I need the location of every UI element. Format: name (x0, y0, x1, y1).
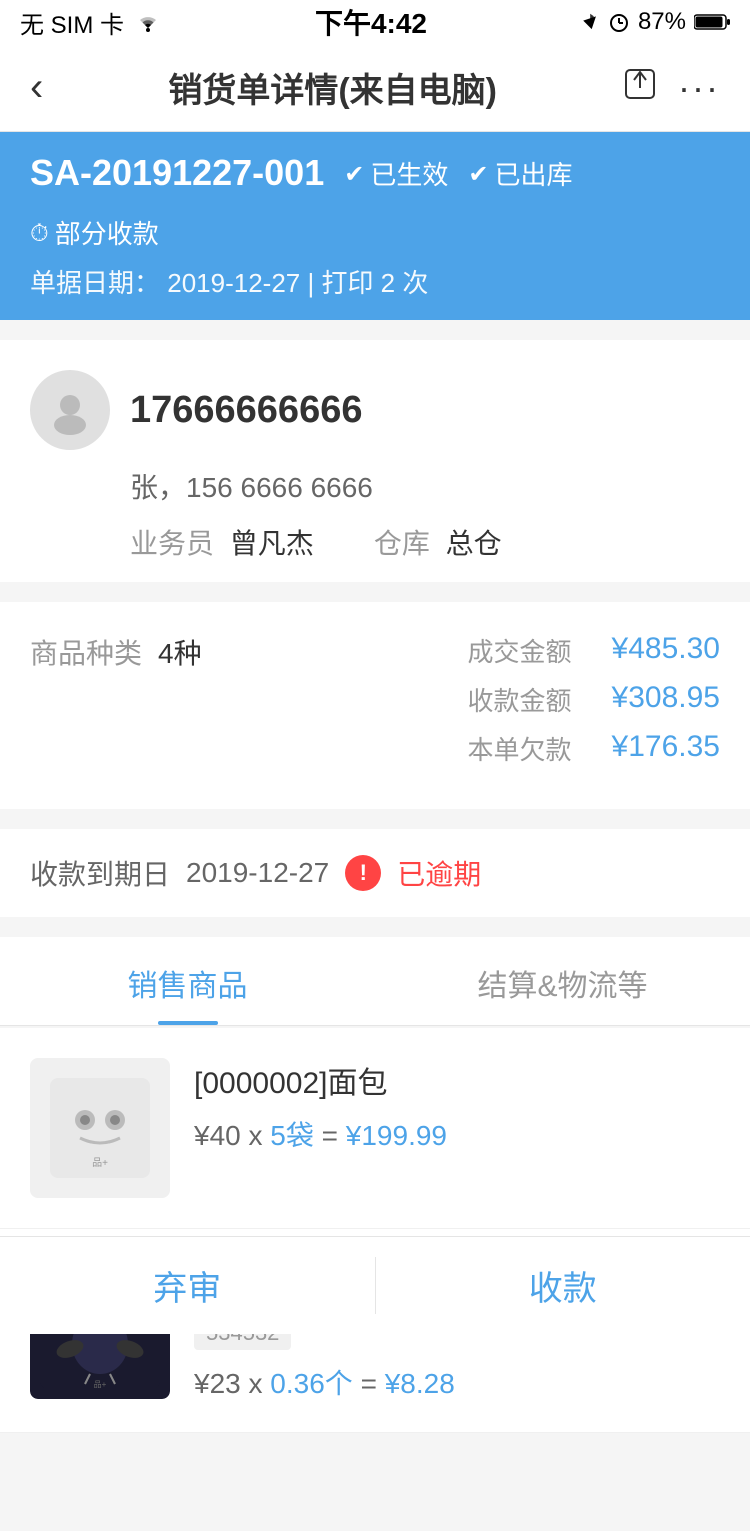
due-section: 收款到期日 2019-12-27 ! 已逾期 (0, 829, 750, 917)
location-icon (580, 12, 600, 32)
customer-meta: 业务员 曾凡杰 仓库 总仓 (130, 522, 720, 562)
alarm-icon (608, 11, 630, 33)
tab-sales-products[interactable]: 销售商品 (0, 937, 375, 1025)
header-banner: SA-20191227-001 已生效 已出库 部分收款 单据日期： 2019-… (0, 132, 750, 320)
product-list: 品+ [0000002]面包 ¥40 x 5袋 = ¥199.99 (0, 1028, 750, 1433)
page-title: 销货单详情(来自电脑) (168, 63, 497, 112)
product-item: 品+ [0000002]面包 ¥40 x 5袋 = ¥199.99 (0, 1028, 750, 1229)
status-badge-1: 已生效 (344, 155, 448, 192)
product-types-row: 商品种类 4种 (30, 632, 202, 672)
salesperson-field: 业务员 曾凡杰 (130, 522, 314, 562)
battery-text: 87% (638, 8, 686, 36)
bottom-bar: 弃审 收款 (0, 1236, 750, 1334)
overdue-text: 已逾期 (397, 853, 481, 893)
status-left: 无 SIM 卡 (20, 5, 162, 40)
product-price-2: ¥23 x 0.36个 = ¥8.28 (194, 1362, 720, 1402)
cancel-button[interactable]: 弃审 (0, 1237, 375, 1334)
stats-left: 商品种类 4种 (30, 632, 202, 779)
product-info-1: [0000002]面包 ¥40 x 5袋 = ¥199.99 (194, 1058, 720, 1154)
nav-left: ‹ (30, 65, 43, 110)
date-info: 单据日期： 2019-12-27 | 打印 2 次 (30, 263, 720, 300)
stats-section: 商品种类 4种 成交金额 ¥485.30 收款金额 ¥308.95 本单欠款 ¥… (0, 602, 750, 809)
order-id-row: SA-20191227-001 已生效 已出库 部分收款 (30, 152, 720, 251)
collected-row: 收款金额 ¥308.95 (468, 681, 720, 718)
owed-row: 本单欠款 ¥176.35 (468, 730, 720, 767)
customer-row: 17666666666 (30, 370, 720, 450)
wifi-icon (134, 12, 162, 32)
due-date: 2019-12-27 (186, 857, 329, 889)
product-price-1: ¥40 x 5袋 = ¥199.99 (194, 1114, 720, 1154)
customer-detail: 张，156 6666 6666 (130, 466, 720, 506)
nav-right: ··· (622, 66, 720, 110)
share-icon[interactable] (622, 66, 658, 110)
status-bar: 无 SIM 卡 下午4:42 87% (0, 0, 750, 44)
signal-text: 无 SIM 卡 (20, 5, 124, 40)
overdue-icon: ! (345, 855, 381, 891)
back-button[interactable]: ‹ (30, 65, 43, 110)
status-right: 87% (580, 8, 730, 36)
avatar (30, 370, 110, 450)
customer-section: 17666666666 张，156 6666 6666 业务员 曾凡杰 仓库 总… (0, 340, 750, 582)
product-image-1: 品+ (30, 1058, 170, 1198)
confirm-button[interactable]: 收款 (376, 1237, 750, 1334)
nav-bar: ‹ 销货单详情(来自电脑) ··· (0, 44, 750, 132)
due-label: 收款到期日 (30, 853, 170, 893)
stats-right: 成交金额 ¥485.30 收款金额 ¥308.95 本单欠款 ¥176.35 (468, 632, 720, 779)
amount-row: 成交金额 ¥485.30 (468, 632, 720, 669)
status-badge-2: 已出库 (468, 155, 572, 192)
status-time: 下午4:42 (315, 2, 427, 42)
warehouse-field: 仓库 总仓 (374, 522, 502, 562)
product-name-1: [0000002]面包 (194, 1058, 720, 1102)
tabs-section: 销售商品 结算&物流等 (0, 937, 750, 1026)
order-id: SA-20191227-001 (30, 152, 324, 194)
battery-icon (694, 13, 730, 31)
more-icon[interactable]: ··· (678, 67, 720, 109)
svg-text:品+: 品+ (92, 1157, 108, 1169)
customer-name: 17666666666 (130, 389, 362, 432)
status-badge-3: 部分收款 (30, 214, 159, 251)
tab-settlement[interactable]: 结算&物流等 (375, 937, 750, 1025)
svg-text:品+: 品+ (94, 1380, 107, 1389)
